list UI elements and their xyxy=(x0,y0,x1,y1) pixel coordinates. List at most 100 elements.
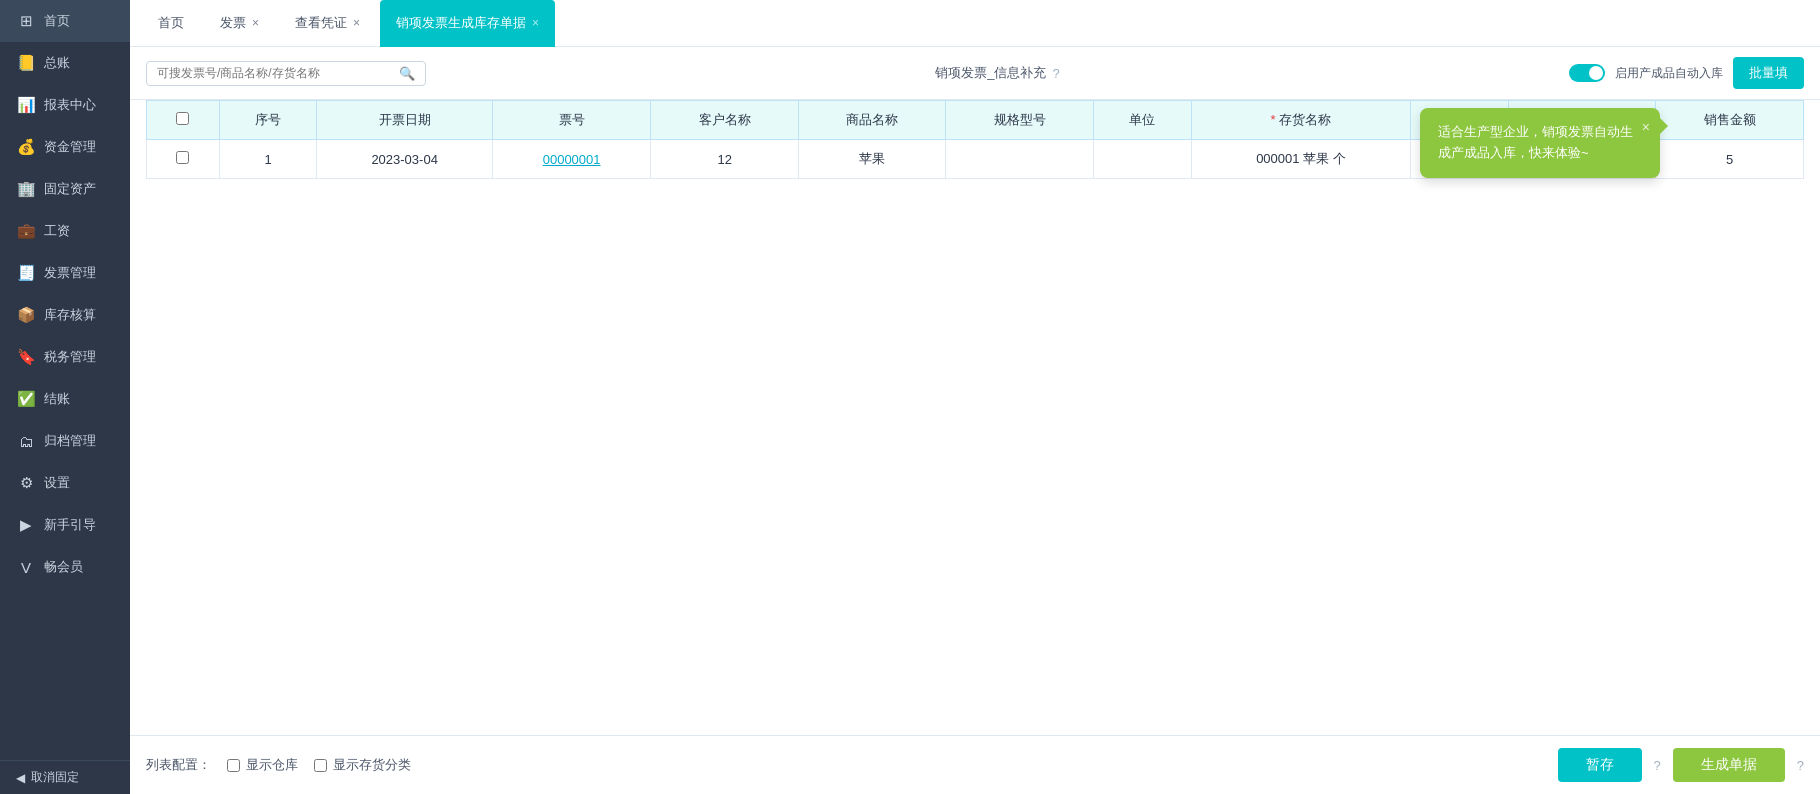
guide-icon: ▶ xyxy=(16,516,36,534)
sidebar-item-inventory[interactable]: 📦 库存核算 xyxy=(0,294,130,336)
tab-credit-note-close[interactable]: × xyxy=(532,16,539,30)
footer-actions: 暂存 ? 生成单据 ? xyxy=(1558,748,1804,782)
assets-icon: 🏢 xyxy=(16,180,36,198)
sidebar-item-archive[interactable]: 🗂 归档管理 xyxy=(0,420,130,462)
th-checkbox xyxy=(147,101,220,140)
row-checkbox xyxy=(147,140,220,179)
batch-fill-button[interactable]: 批量填 xyxy=(1733,57,1804,89)
footer: 列表配置： 显示仓库 显示存货分类 暂存 ? 生成单据 ? xyxy=(130,735,1820,794)
show-category-checkbox[interactable] xyxy=(314,759,327,772)
th-spec: 规格型号 xyxy=(946,101,1094,140)
ledger-icon: 📒 xyxy=(16,54,36,72)
config-label: 列表配置： xyxy=(146,756,211,774)
sidebar-label-payroll: 工资 xyxy=(44,222,70,240)
show-warehouse-label[interactable]: 显示仓库 xyxy=(227,756,298,774)
toolbar-help-icon[interactable]: ? xyxy=(1053,66,1060,81)
row-inventory[interactable]: 000001 苹果 个 xyxy=(1191,140,1411,179)
toolbar-right: 启用产成品自动入库 批量填 xyxy=(1569,57,1804,89)
sidebar-label-funds: 资金管理 xyxy=(44,138,96,156)
archive-icon: 🗂 xyxy=(16,433,36,450)
sidebar-item-guide[interactable]: ▶ 新手引导 xyxy=(0,504,130,546)
th-inventory: * 存货名称 xyxy=(1191,101,1411,140)
row-seq: 1 xyxy=(219,140,317,179)
auto-stock-toggle[interactable] xyxy=(1569,64,1605,82)
th-date: 开票日期 xyxy=(317,101,492,140)
th-product: 商品名称 xyxy=(798,101,946,140)
toggle-knob xyxy=(1589,66,1603,80)
toolbar-center: 销项发票_信息补充 ? xyxy=(935,64,1059,82)
sidebar-item-member[interactable]: V 畅会员 xyxy=(0,546,130,588)
generate-button[interactable]: 生成单据 xyxy=(1673,748,1785,782)
sidebar-pin-label: 取消固定 xyxy=(31,769,79,786)
row-amount: 5 xyxy=(1656,140,1804,179)
sidebar-item-tax[interactable]: 🔖 税务管理 xyxy=(0,336,130,378)
sidebar-item-assets[interactable]: 🏢 固定资产 xyxy=(0,168,130,210)
tab-invoice[interactable]: 发票 × xyxy=(204,0,275,47)
tab-voucher-label: 查看凭证 xyxy=(295,14,347,32)
sidebar-item-invoice-mgmt[interactable]: 🧾 发票管理 xyxy=(0,252,130,294)
gen-help-icon[interactable]: ? xyxy=(1797,758,1804,773)
main-area: 首页 发票 × 查看凭证 × 销项发票生成库存单据 × 🔍 销项发票_信息补充 xyxy=(130,0,1820,794)
search-icon: 🔍 xyxy=(399,66,415,81)
sidebar-label-guide: 新手引导 xyxy=(44,516,96,534)
select-all-checkbox[interactable] xyxy=(176,112,189,125)
sidebar-item-settle[interactable]: ✅ 结账 xyxy=(0,378,130,420)
sidebar-label-invoice-mgmt: 发票管理 xyxy=(44,264,96,282)
invoice-mgmt-icon: 🧾 xyxy=(16,264,36,282)
member-icon: V xyxy=(16,559,36,576)
save-help-icon[interactable]: ? xyxy=(1654,758,1661,773)
home-icon: ⊞ xyxy=(16,12,36,30)
row-date: 2023-03-04 xyxy=(317,140,492,179)
row-number[interactable]: 00000001 xyxy=(492,140,651,179)
settle-icon: ✅ xyxy=(16,390,36,408)
sidebar-pin-toggle[interactable]: ◀ 取消固定 xyxy=(0,760,130,794)
th-customer: 客户名称 xyxy=(651,101,799,140)
th-unit: 单位 xyxy=(1093,101,1191,140)
footer-config: 列表配置： 显示仓库 显示存货分类 xyxy=(146,756,411,774)
tooltip-close-icon[interactable]: × xyxy=(1642,116,1650,138)
show-category-label[interactable]: 显示存货分类 xyxy=(314,756,411,774)
table-container: × 适合生产型企业，销项发票自动生成产成品入库，快来体验~ 序号 开票日期 票号… xyxy=(130,100,1820,735)
toggle-label: 启用产成品自动入库 xyxy=(1615,65,1723,82)
tab-voucher-close[interactable]: × xyxy=(353,16,360,30)
save-button[interactable]: 暂存 xyxy=(1558,748,1642,782)
th-amount: 销售金额 xyxy=(1656,101,1804,140)
row-select-checkbox[interactable] xyxy=(176,151,189,164)
row-number-link[interactable]: 00000001 xyxy=(543,152,601,167)
tab-home-label: 首页 xyxy=(158,14,184,32)
row-spec xyxy=(946,140,1094,179)
row-customer: 12 xyxy=(651,140,799,179)
sidebar-label-inventory: 库存核算 xyxy=(44,306,96,324)
sidebar-label-tax: 税务管理 xyxy=(44,348,96,366)
tab-voucher[interactable]: 查看凭证 × xyxy=(279,0,376,47)
tab-credit-note[interactable]: 销项发票生成库存单据 × xyxy=(380,0,555,47)
sidebar-label-reports: 报表中心 xyxy=(44,96,96,114)
funds-icon: 💰 xyxy=(16,138,36,156)
inventory-icon: 📦 xyxy=(16,306,36,324)
sidebar-item-funds[interactable]: 💰 资金管理 xyxy=(0,126,130,168)
sidebar-label-archive: 归档管理 xyxy=(44,432,96,450)
sidebar-item-payroll[interactable]: 💼 工资 xyxy=(0,210,130,252)
row-unit xyxy=(1093,140,1191,179)
sidebar-label-settings: 设置 xyxy=(44,474,70,492)
sidebar-item-reports[interactable]: 📊 报表中心 xyxy=(0,84,130,126)
sidebar-item-settings[interactable]: ⚙ 设置 xyxy=(0,462,130,504)
search-box[interactable]: 🔍 xyxy=(146,61,426,86)
th-number: 票号 xyxy=(492,101,651,140)
sidebar-item-ledger[interactable]: 📒 总账 xyxy=(0,42,130,84)
tab-home[interactable]: 首页 xyxy=(142,0,200,47)
search-input[interactable] xyxy=(157,66,393,80)
show-warehouse-text: 显示仓库 xyxy=(246,756,298,774)
tax-icon: 🔖 xyxy=(16,348,36,366)
sidebar: ⊞ 首页 📒 总账 📊 报表中心 💰 资金管理 🏢 固定资产 💼 工资 🧾 发票… xyxy=(0,0,130,794)
pin-icon: ◀ xyxy=(16,771,25,785)
sidebar-label-ledger: 总账 xyxy=(44,54,70,72)
toolbar-title: 销项发票_信息补充 xyxy=(935,64,1046,82)
tab-invoice-close[interactable]: × xyxy=(252,16,259,30)
sidebar-item-home[interactable]: ⊞ 首页 xyxy=(0,0,130,42)
row-product: 苹果 xyxy=(798,140,946,179)
settings-icon: ⚙ xyxy=(16,474,36,492)
payroll-icon: 💼 xyxy=(16,222,36,240)
th-seq: 序号 xyxy=(219,101,317,140)
show-warehouse-checkbox[interactable] xyxy=(227,759,240,772)
